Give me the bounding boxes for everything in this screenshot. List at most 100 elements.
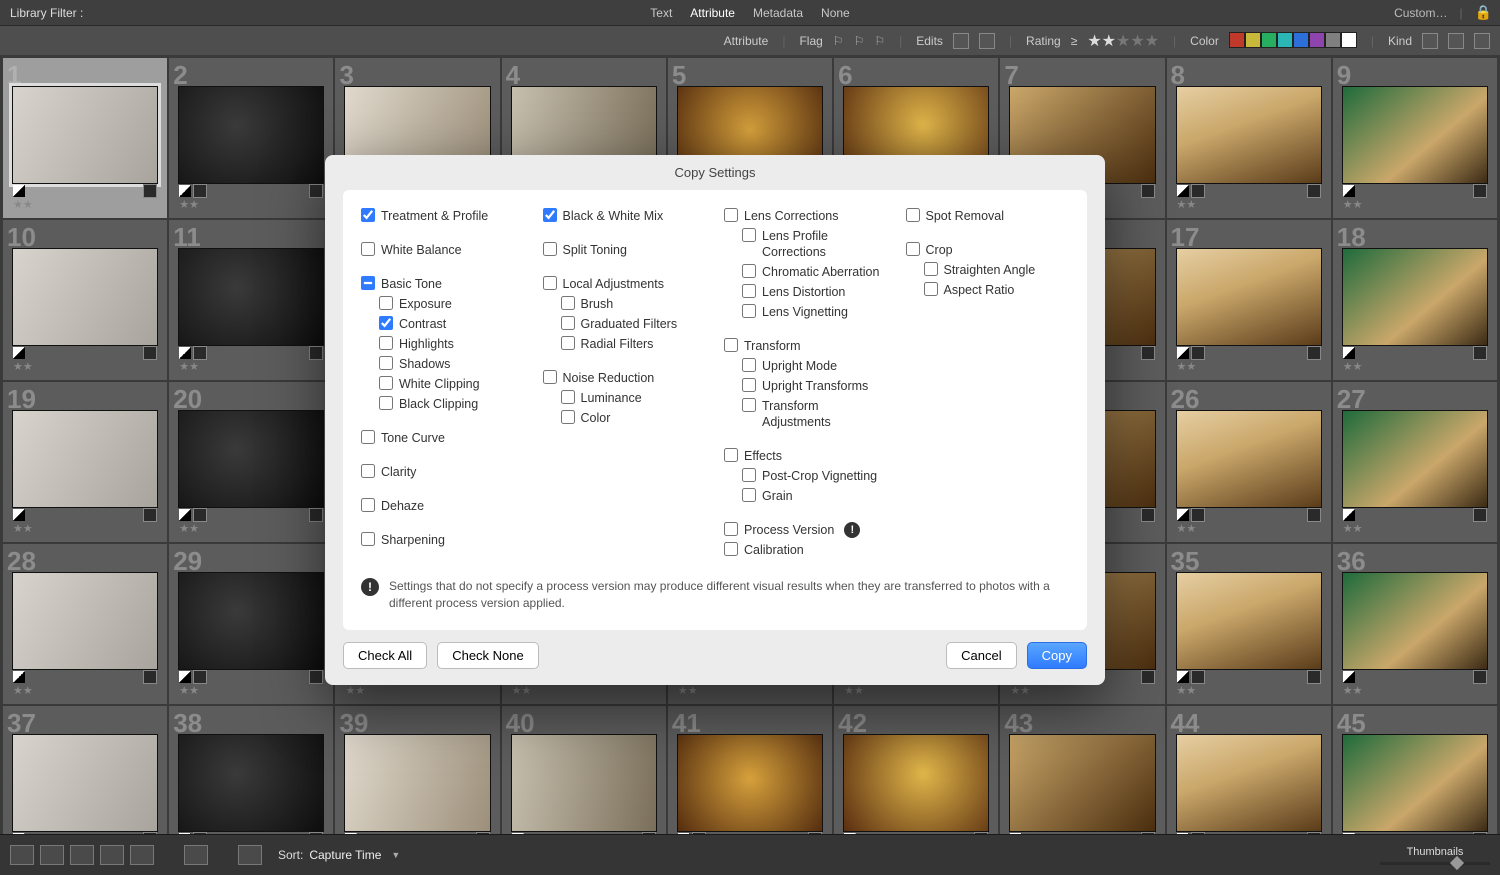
grid-cell[interactable]: 38★★ [169,706,333,835]
color-swatch-2[interactable] [1261,32,1277,48]
color-swatch-3[interactable] [1277,32,1293,48]
rating-star-5[interactable]: ★ [1145,33,1159,50]
checkbox-crop[interactable]: Crop [906,242,1070,258]
checkbox-local-adjustments[interactable]: Local Adjustments [543,276,707,292]
checkbox-effects[interactable]: Effects [724,448,888,464]
cell-rating[interactable]: ★★ [13,198,33,211]
cell-rating[interactable]: ★★ [13,360,33,373]
checkbox-lens-profile-corrections[interactable]: Lens Profile Corrections [742,228,888,260]
checkbox-transform-adjustments[interactable]: Transform Adjustments [742,398,888,430]
sort-direction-icon[interactable] [238,845,262,865]
people-view-icon[interactable] [130,845,154,865]
checkbox-color[interactable]: Color [561,410,707,426]
cell-rating[interactable]: ★★ [179,360,199,373]
grid-cell[interactable]: 8★★ [1167,58,1331,218]
survey-view-icon[interactable] [100,845,124,865]
grid-cell[interactable]: 9★★ [1333,58,1497,218]
kind-video-icon[interactable] [1474,33,1490,49]
rating-star-4[interactable]: ★ [1130,33,1144,50]
checkbox-sharpening[interactable]: Sharpening [361,532,525,548]
filter-tab-none[interactable]: None [821,6,850,20]
cell-rating[interactable]: ★★ [1177,360,1197,373]
cell-rating[interactable]: ★★ [678,684,698,697]
grid-cell[interactable]: 28★★ [3,544,167,704]
lock-icon[interactable]: 🔒 [1475,4,1492,21]
thumbnail[interactable] [1176,248,1322,346]
thumbnail-size-slider[interactable] [1380,862,1490,865]
cell-rating[interactable]: ★★ [1343,522,1363,535]
checkbox-upright-mode[interactable]: Upright Mode [742,358,888,374]
checkbox-dehaze[interactable]: Dehaze [361,498,525,514]
color-swatch-0[interactable] [1229,32,1245,48]
checkbox-lens-distortion[interactable]: Lens Distortion [742,284,888,300]
checkbox-lens-vignetting[interactable]: Lens Vignetting [742,304,888,320]
thumbnail[interactable] [1342,572,1488,670]
checkbox-chromatic-aberration[interactable]: Chromatic Aberration [742,264,888,280]
sort-dropdown[interactable]: Capture Time [309,848,381,862]
grid-cell[interactable]: 43★★ [1000,706,1164,835]
thumbnail[interactable] [12,86,158,184]
checkbox-calibration[interactable]: Calibration [724,542,888,558]
checkbox-grain[interactable]: Grain [742,488,888,504]
color-swatch-6[interactable] [1325,32,1341,48]
checkbox-clarity[interactable]: Clarity [361,464,525,480]
checkbox-shadows[interactable]: Shadows [379,356,525,372]
grid-cell[interactable]: 29★★ [169,544,333,704]
checkbox-aspect-ratio[interactable]: Aspect Ratio [924,282,1070,298]
thumbnail[interactable] [843,734,989,832]
checkbox-post-crop-vignetting[interactable]: Post-Crop Vignetting [742,468,888,484]
grid-view-icon[interactable] [10,845,34,865]
thumbnail[interactable] [178,248,324,346]
cell-rating[interactable]: ★★ [1343,360,1363,373]
cell-rating[interactable]: ★★ [179,522,199,535]
thumbnail[interactable] [1342,734,1488,832]
edits-edited-icon[interactable] [953,33,969,49]
cell-rating[interactable]: ★★ [13,522,33,535]
grid-cell[interactable]: 11★★ [169,220,333,380]
thumbnail[interactable] [12,572,158,670]
cell-rating[interactable]: ★★ [1177,198,1197,211]
cell-rating[interactable]: ★★ [13,684,33,697]
grid-cell[interactable]: 36★★ [1333,544,1497,704]
grid-cell[interactable]: 19★★ [3,382,167,542]
checkbox-basic-tone[interactable]: Basic Tone [361,276,525,292]
grid-cell[interactable]: 35★★ [1167,544,1331,704]
checkbox-lens-corrections[interactable]: Lens Corrections [724,208,888,224]
checkbox-treatment-profile[interactable]: Treatment & Profile [361,208,525,224]
rating-star-2[interactable]: ★ [1102,33,1116,50]
cell-rating[interactable]: ★★ [512,684,532,697]
color-swatch-1[interactable] [1245,32,1261,48]
copy-button[interactable]: Copy [1027,642,1087,669]
thumbnail[interactable] [1009,734,1155,832]
thumbnail[interactable] [12,248,158,346]
grid-cell[interactable]: 40★★ [502,706,666,835]
checkbox-tone-curve[interactable]: Tone Curve [361,430,525,446]
checkbox-black-white-mix[interactable]: Black & White Mix [543,208,707,224]
cancel-button[interactable]: Cancel [946,642,1016,669]
rating-star-3[interactable]: ★ [1116,33,1130,50]
grid-cell[interactable]: 42★★ [834,706,998,835]
cell-rating[interactable]: ★★ [179,684,199,697]
filter-tab-metadata[interactable]: Metadata [753,6,803,20]
filter-tab-attribute[interactable]: Attribute [690,6,735,20]
thumbnail[interactable] [1342,410,1488,508]
checkbox-black-clipping[interactable]: Black Clipping [379,396,525,412]
thumbnail[interactable] [344,734,490,832]
grid-cell[interactable]: 44★★ [1167,706,1331,835]
thumbnail[interactable] [12,734,158,832]
checkbox-noise-reduction[interactable]: Noise Reduction [543,370,707,386]
filter-tab-text[interactable]: Text [650,6,672,20]
checkbox-contrast[interactable]: Contrast [379,316,525,332]
cell-rating[interactable]: ★★ [345,684,365,697]
grid-cell[interactable]: 26★★ [1167,382,1331,542]
color-swatch-7[interactable] [1341,32,1357,48]
flag-rejected-icon[interactable]: ⚐ [874,34,885,48]
cell-rating[interactable]: ★★ [844,684,864,697]
kind-master-icon[interactable] [1422,33,1438,49]
checkbox-radial-filters[interactable]: Radial Filters [561,336,707,352]
cell-rating[interactable]: ★★ [1343,684,1363,697]
filter-preset-dropdown[interactable]: Custom… [1394,6,1447,20]
grid-cell[interactable]: 18★★ [1333,220,1497,380]
flag-unflagged-icon[interactable]: ⚐ [854,34,865,48]
checkbox-brush[interactable]: Brush [561,296,707,312]
